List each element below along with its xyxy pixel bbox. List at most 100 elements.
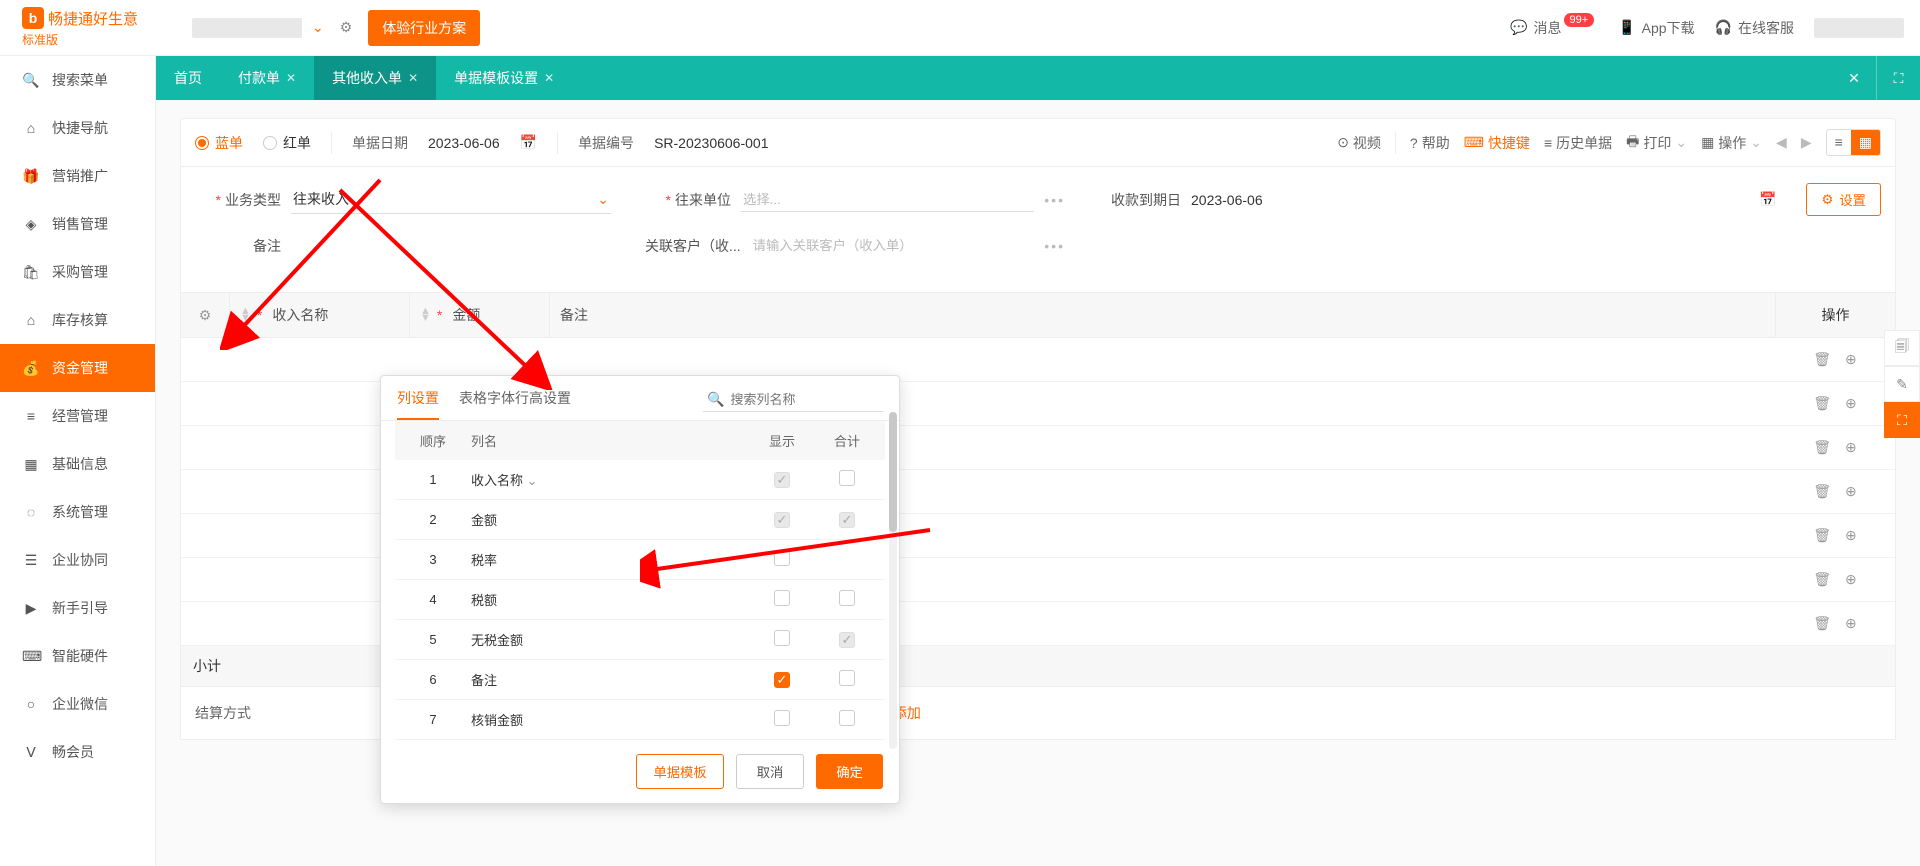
copy-icon[interactable]: ⊕: [1845, 395, 1857, 412]
checkbox[interactable]: [839, 670, 855, 686]
copy-icon[interactable]: ⊕: [1845, 483, 1857, 500]
tab-column-settings[interactable]: 列设置: [397, 388, 439, 420]
close-icon[interactable]: ✕: [408, 71, 418, 85]
sidebar-item[interactable]: ▦基础信息: [0, 440, 155, 488]
sidebar-item[interactable]: ◌系统管理: [0, 488, 155, 536]
checkbox[interactable]: [839, 470, 855, 486]
copy-icon[interactable]: ⊕: [1845, 571, 1857, 588]
chat-icon: 💬: [1510, 19, 1527, 36]
prev-icon[interactable]: ◀: [1776, 134, 1787, 151]
radio-red[interactable]: 红单: [263, 133, 311, 153]
copy-icon[interactable]: ⊕: [1845, 527, 1857, 544]
org-selector[interactable]: ⌄: [192, 18, 324, 38]
sort-icon[interactable]: ▲▼: [240, 308, 251, 322]
checkbox[interactable]: [774, 710, 790, 726]
edit-icon[interactable]: ✎: [1884, 366, 1920, 402]
sidebar-item[interactable]: 🔍搜索菜单: [0, 56, 155, 104]
checkbox[interactable]: ✓: [774, 472, 790, 488]
gear-icon[interactable]: ⚙: [340, 19, 353, 36]
sidebar-item[interactable]: Ⅴ畅会员: [0, 728, 155, 776]
close-icon[interactable]: ✕: [286, 71, 296, 85]
note-icon[interactable]: 🗐: [1884, 330, 1920, 366]
history-link[interactable]: ≡历史单据: [1544, 133, 1612, 153]
tab[interactable]: 付款单✕: [220, 56, 314, 100]
trial-button[interactable]: 体验行业方案: [368, 10, 480, 46]
close-icon[interactable]: ✕: [544, 71, 554, 85]
tab[interactable]: 单据模板设置✕: [436, 56, 572, 100]
view-toggle[interactable]: ≡▦: [1826, 129, 1881, 156]
search-input[interactable]: [730, 392, 870, 407]
app-download-link[interactable]: 📱 App下载: [1618, 18, 1694, 38]
messages-link[interactable]: 💬 消息 99+: [1510, 18, 1598, 38]
delete-icon[interactable]: 🗑: [1813, 615, 1831, 632]
expand-icon[interactable]: ⛶: [1884, 402, 1920, 438]
scrollbar[interactable]: [889, 412, 897, 749]
due-date[interactable]: 2023-06-06: [1191, 192, 1263, 208]
sidebar-item[interactable]: ☰企业协同: [0, 536, 155, 584]
menu-icon: ⌨: [22, 648, 40, 665]
sidebar-item[interactable]: ○企业微信: [0, 680, 155, 728]
checkbox[interactable]: [774, 630, 790, 646]
sidebar-item[interactable]: ⌂快捷导航: [0, 104, 155, 152]
copy-icon[interactable]: ⊕: [1845, 351, 1857, 368]
checkbox[interactable]: [774, 590, 790, 606]
more-icon[interactable]: •••: [1044, 238, 1065, 254]
search-box[interactable]: 🔍: [703, 388, 883, 412]
template-button[interactable]: 单据模板: [636, 754, 723, 789]
checkbox[interactable]: [774, 550, 790, 566]
checkbox[interactable]: ✓: [839, 512, 855, 528]
delete-icon[interactable]: 🗑: [1813, 439, 1831, 456]
more-icon[interactable]: •••: [1044, 192, 1065, 208]
radio-blue[interactable]: 蓝单: [195, 133, 243, 153]
help-link[interactable]: ?帮助: [1410, 133, 1450, 153]
tab[interactable]: 其他收入单✕: [314, 56, 436, 100]
sidebar-item[interactable]: 💰资金管理: [0, 344, 155, 392]
keyboard-icon: ⌨: [1464, 134, 1484, 151]
video-link[interactable]: ⊙视频: [1337, 133, 1381, 153]
doc-date[interactable]: 2023-06-06: [428, 135, 500, 151]
checkbox[interactable]: ✓: [774, 512, 790, 528]
print-link[interactable]: 🖶打印⌄: [1626, 131, 1687, 155]
copy-icon[interactable]: ⊕: [1845, 615, 1857, 632]
checkbox[interactable]: [839, 590, 855, 606]
delete-icon[interactable]: 🗑: [1813, 483, 1831, 500]
support-link[interactable]: 🎧 在线客服: [1715, 18, 1794, 38]
sidebar-item[interactable]: ≡经营管理: [0, 392, 155, 440]
sidebar-item[interactable]: 🎁营销推广: [0, 152, 155, 200]
calendar-icon[interactable]: 📅: [1759, 191, 1776, 208]
sort-icon[interactable]: ▲▼: [420, 308, 431, 322]
customer-input[interactable]: [751, 234, 1035, 258]
checkbox[interactable]: ✓: [774, 672, 790, 688]
fullscreen-icon[interactable]: ⛶: [1876, 56, 1920, 100]
sidebar-item[interactable]: ⌨智能硬件: [0, 632, 155, 680]
tab-font-settings[interactable]: 表格字体行高设置: [459, 388, 571, 420]
biz-type-select[interactable]: 往来收入⌄: [291, 185, 611, 214]
keys-link[interactable]: ⌨快捷键: [1464, 133, 1530, 153]
delete-icon[interactable]: 🗑: [1813, 527, 1831, 544]
sidebar-item[interactable]: ▶新手引导: [0, 584, 155, 632]
cancel-button[interactable]: 取消: [736, 754, 805, 789]
delete-icon[interactable]: 🗑: [1813, 351, 1831, 368]
ok-button[interactable]: 确定: [816, 754, 883, 789]
search-icon: 🔍: [707, 391, 724, 408]
tab[interactable]: 首页: [156, 56, 220, 100]
user-avatar[interactable]: [1814, 18, 1904, 38]
delete-icon[interactable]: 🗑: [1813, 395, 1831, 412]
menu-icon: ☰: [22, 552, 40, 569]
sidebar-item[interactable]: ⌂库存核算: [0, 296, 155, 344]
delete-icon[interactable]: 🗑: [1813, 571, 1831, 588]
copy-icon[interactable]: ⊕: [1845, 439, 1857, 456]
calendar-icon[interactable]: 📅: [520, 134, 537, 151]
grid-settings-icon[interactable]: ⚙: [181, 293, 229, 337]
remark-input[interactable]: [291, 234, 615, 258]
sidebar-item[interactable]: 🛍采购管理: [0, 248, 155, 296]
checkbox[interactable]: ✓: [839, 632, 855, 648]
sidebar-item[interactable]: ◈销售管理: [0, 200, 155, 248]
unit-input[interactable]: [741, 188, 1034, 212]
checkbox[interactable]: [839, 710, 855, 726]
column-row: 3税率: [395, 540, 885, 580]
next-icon[interactable]: ▶: [1801, 134, 1812, 151]
ops-link[interactable]: ▦操作⌄: [1701, 133, 1762, 153]
close-all-icon[interactable]: ✕: [1832, 56, 1876, 100]
settings-button[interactable]: ⚙设置: [1806, 183, 1881, 216]
